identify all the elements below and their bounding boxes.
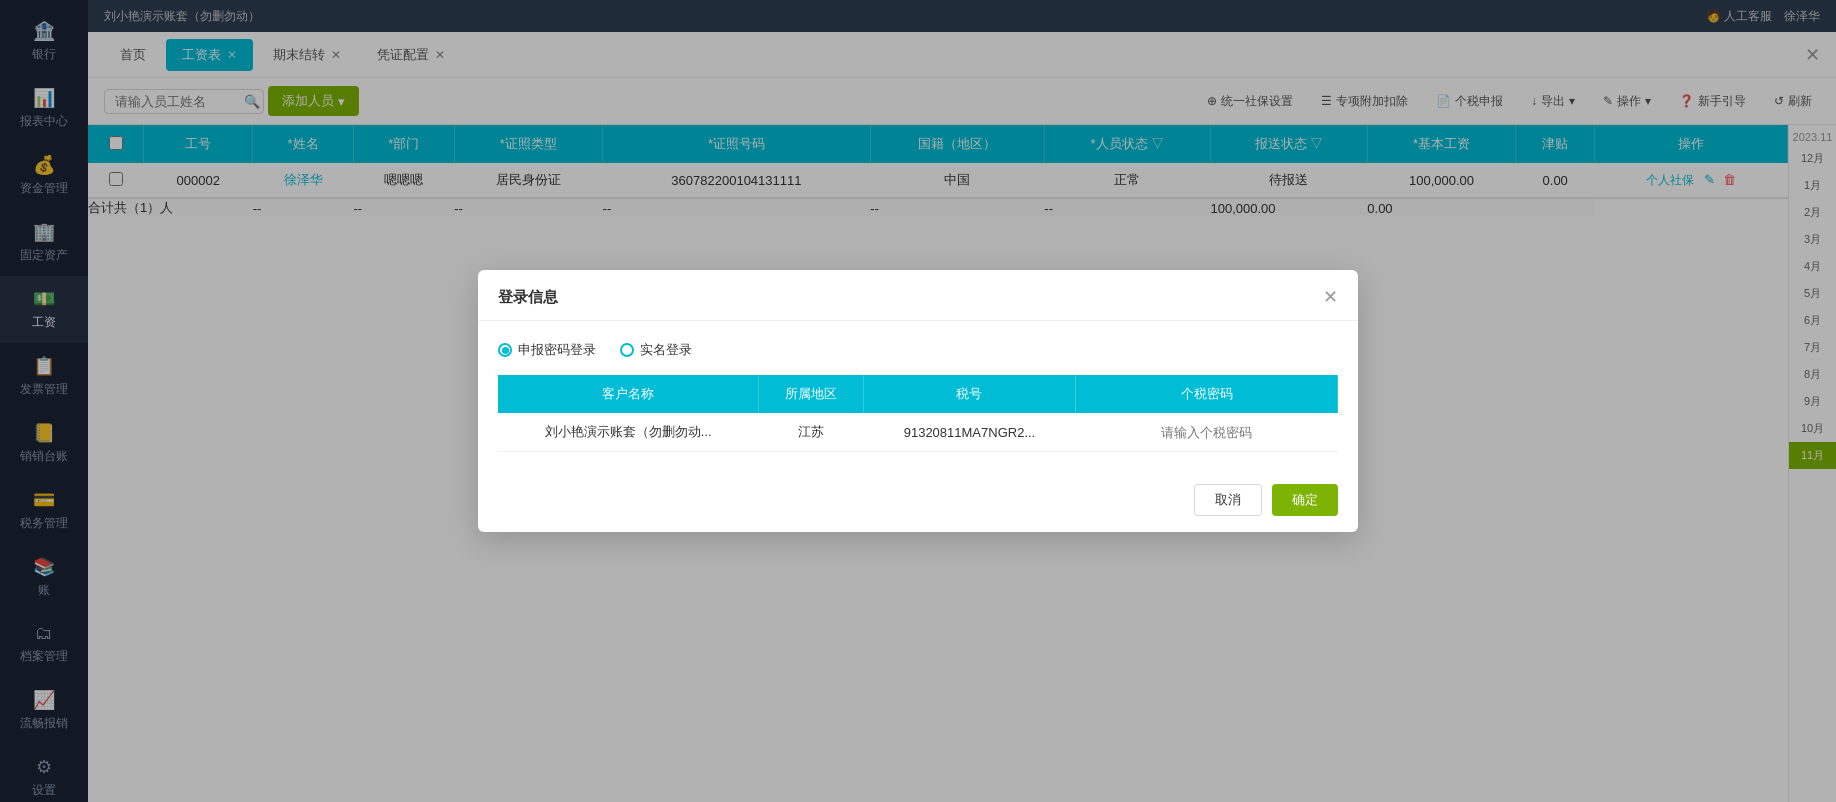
col-region: 所属地区 [758, 375, 863, 413]
radio-realname-dot [620, 343, 634, 357]
confirm-button[interactable]: 确定 [1272, 484, 1338, 516]
login-data-table: 客户名称 所属地区 税号 个税密码 刘小艳演示账套（勿删勿动... 江苏 913… [498, 375, 1338, 452]
app-container: 🏦 银行 📊 报表中心 💰 资金管理 🏢 固定资产 💵 工资 📋 发票管理 📒 … [0, 0, 1836, 802]
login-info-modal: 登录信息 ✕ 申报密码登录 实名登录 [478, 270, 1358, 532]
login-table-row: 刘小艳演示账套（勿删勿动... 江苏 91320811MA7NGR2... [498, 413, 1338, 452]
radio-password-login[interactable]: 申报密码登录 [498, 341, 596, 359]
region-cell: 江苏 [758, 413, 863, 452]
col-tax-no: 税号 [863, 375, 1075, 413]
modal-body: 申报密码登录 实名登录 客户名称 所属地区 税号 个税密码 [478, 321, 1358, 472]
col-tax-password: 个税密码 [1076, 375, 1338, 413]
modal-header: 登录信息 ✕ [478, 270, 1358, 321]
modal-footer: 取消 确定 [478, 472, 1358, 532]
customer-name-cell: 刘小艳演示账套（勿删勿动... [498, 413, 758, 452]
tax-password-input[interactable] [1088, 425, 1326, 440]
col-customer-name: 客户名称 [498, 375, 758, 413]
radio-realname-login[interactable]: 实名登录 [620, 341, 692, 359]
tax-no-cell: 91320811MA7NGR2... [863, 413, 1075, 452]
login-type-radio-group: 申报密码登录 实名登录 [498, 341, 1338, 359]
tax-password-cell[interactable] [1076, 413, 1338, 452]
modal-title: 登录信息 [498, 288, 558, 307]
modal-close-button[interactable]: ✕ [1323, 286, 1338, 308]
modal-overlay: 登录信息 ✕ 申报密码登录 实名登录 [0, 0, 1836, 802]
radio-password-dot [498, 343, 512, 357]
cancel-button[interactable]: 取消 [1194, 484, 1262, 516]
